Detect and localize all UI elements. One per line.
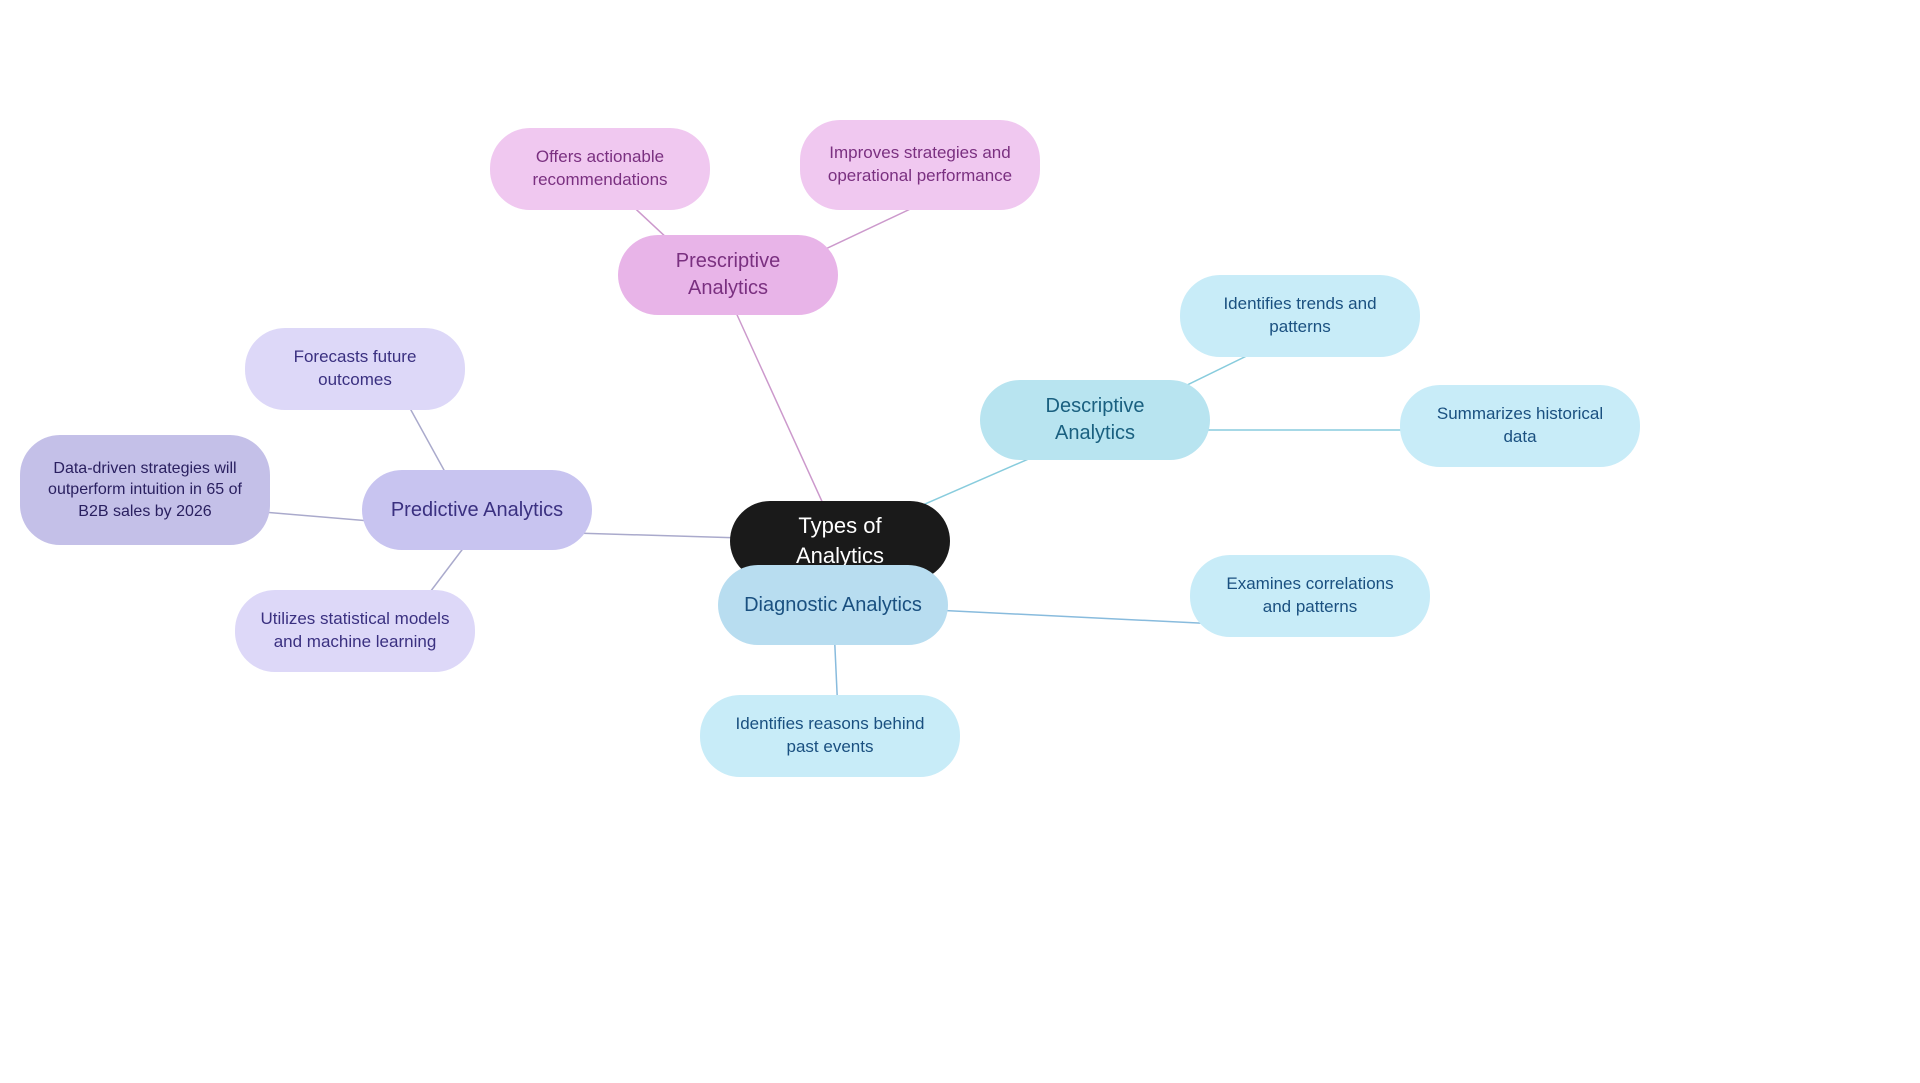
utilizes-label: Utilizes statistical models and machine … bbox=[259, 608, 451, 654]
utilizes-node: Utilizes statistical models and machine … bbox=[235, 590, 475, 672]
diagnostic-label: Diagnostic Analytics bbox=[744, 592, 922, 619]
identifies-trends-node: Identifies trends and patterns bbox=[1180, 275, 1420, 357]
examines-node: Examines correlations and patterns bbox=[1190, 555, 1430, 637]
identifies-reasons-label: Identifies reasons behind past events bbox=[724, 713, 936, 759]
forecasts-node: Forecasts future outcomes bbox=[245, 328, 465, 410]
offers-node: Offers actionable recommendations bbox=[490, 128, 710, 210]
diagnostic-analytics-node: Diagnostic Analytics bbox=[718, 565, 948, 645]
improves-label: Improves strategies and operational perf… bbox=[824, 142, 1016, 188]
center-label: Types of Analytics bbox=[754, 511, 926, 570]
data-driven-label: Data-driven strategies will outperform i… bbox=[44, 458, 246, 523]
examines-label: Examines correlations and patterns bbox=[1214, 573, 1406, 619]
prescriptive-label: Prescriptive Analytics bbox=[642, 248, 814, 302]
offers-label: Offers actionable recommendations bbox=[514, 146, 686, 192]
identifies-reasons-node: Identifies reasons behind past events bbox=[700, 695, 960, 777]
identifies-trends-label: Identifies trends and patterns bbox=[1204, 293, 1396, 339]
summarizes-label: Summarizes historical data bbox=[1424, 403, 1616, 449]
prescriptive-analytics-node: Prescriptive Analytics bbox=[618, 235, 838, 315]
descriptive-label: Descriptive Analytics bbox=[1004, 393, 1186, 447]
descriptive-analytics-node: Descriptive Analytics bbox=[980, 380, 1210, 460]
improves-node: Improves strategies and operational perf… bbox=[800, 120, 1040, 210]
summarizes-node: Summarizes historical data bbox=[1400, 385, 1640, 467]
data-driven-node: Data-driven strategies will outperform i… bbox=[20, 435, 270, 545]
predictive-analytics-node: Predictive Analytics bbox=[362, 470, 592, 550]
predictive-label: Predictive Analytics bbox=[391, 497, 563, 524]
forecasts-label: Forecasts future outcomes bbox=[269, 346, 441, 392]
